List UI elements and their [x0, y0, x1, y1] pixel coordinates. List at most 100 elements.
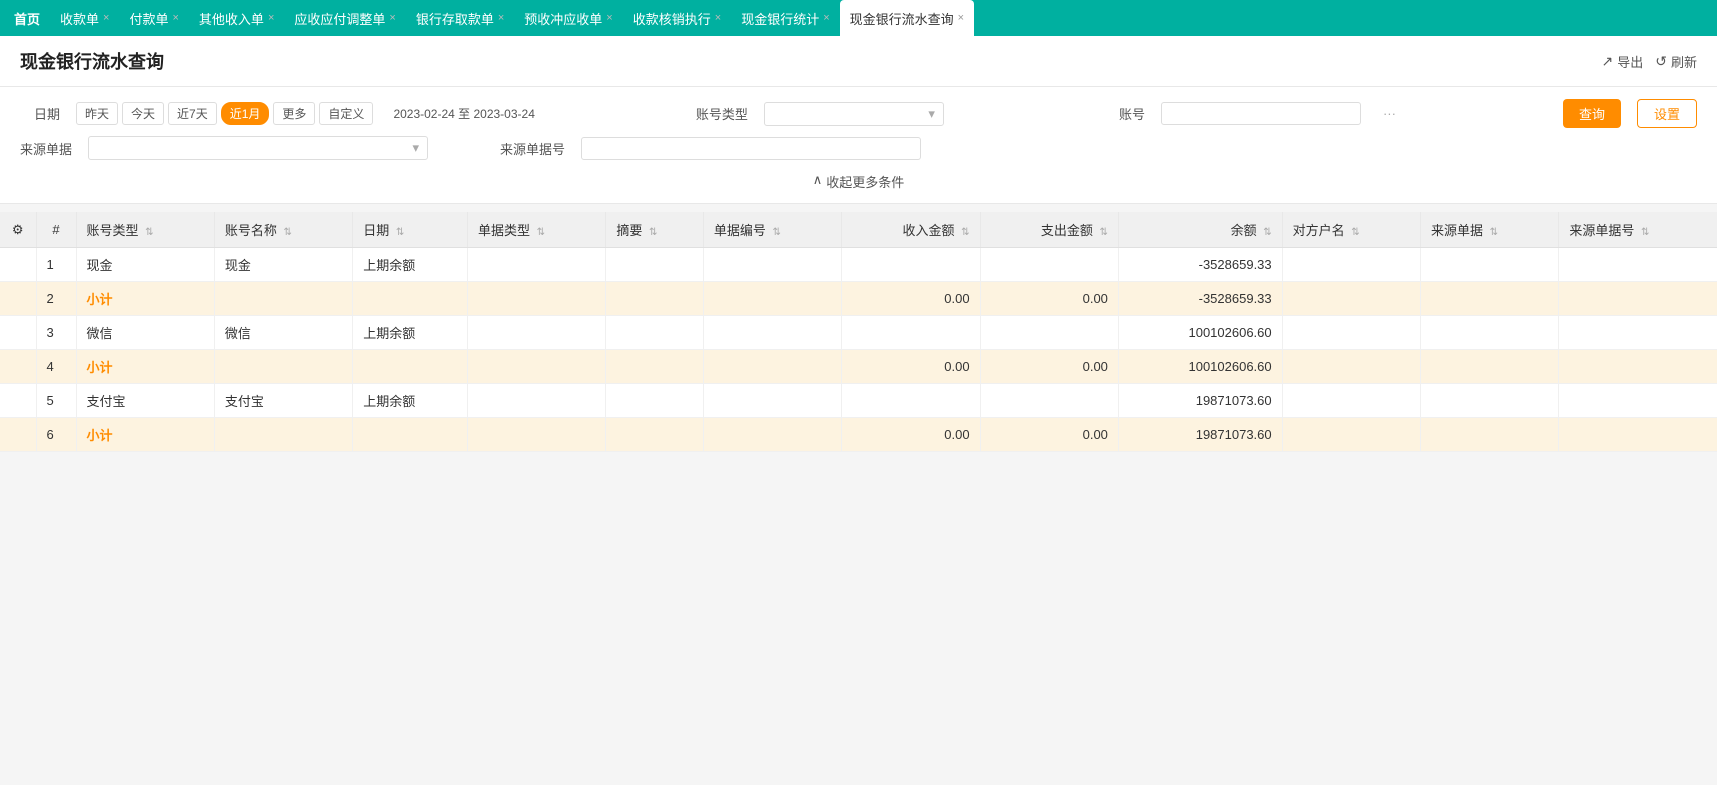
td-income: 0.00 [842, 282, 980, 316]
td-source-voucher [1421, 282, 1559, 316]
date-btn-more[interactable]: 更多 [273, 102, 315, 125]
table-row: 6小计0.000.0019871073.60 [0, 418, 1717, 452]
td-account-type: 小计 [76, 350, 214, 384]
refresh-button[interactable]: ↺ 刷新 [1655, 52, 1697, 71]
td-config [0, 418, 36, 452]
td-voucher-type [467, 350, 605, 384]
td-voucher-type [467, 282, 605, 316]
th-expense[interactable]: 支出金额 ⇅ [980, 212, 1118, 248]
td-voucher-type [467, 316, 605, 350]
filter-area: 日期 昨天 今天 近7天 近1月 更多 自定义 2023-02-24 至 202… [0, 87, 1717, 204]
th-summary[interactable]: 摘要 ⇅ [606, 212, 704, 248]
nav-tab-4-close[interactable]: × [389, 12, 395, 24]
nav-tab-1-close[interactable]: × [103, 12, 109, 24]
nav-tab-6[interactable]: 预收冲应收单 × [514, 0, 622, 36]
td-counterparty [1282, 282, 1420, 316]
table-row: 3微信微信上期余额100102606.60 [0, 316, 1717, 350]
nav-tab-1[interactable]: 收款单 × [50, 0, 119, 36]
nav-tab-5-close[interactable]: × [498, 12, 504, 24]
th-source-voucher[interactable]: 来源单据 ⇅ [1421, 212, 1559, 248]
column-config-button[interactable]: ⚙ [0, 212, 36, 248]
date-btn-custom[interactable]: 自定义 [319, 102, 373, 125]
th-income[interactable]: 收入金额 ⇅ [842, 212, 980, 248]
nav-tab-3[interactable]: 其他收入单 × [189, 0, 284, 36]
th-expense-label: 支出金额 [1041, 223, 1093, 238]
source-voucher-no-input[interactable] [581, 137, 921, 160]
td-account-type: 小计 [76, 418, 214, 452]
nav-tab-home-label: 首页 [14, 9, 40, 28]
query-button[interactable]: 查询 [1563, 99, 1621, 128]
export-label: 导出 [1617, 52, 1643, 71]
sort-icon-voucher-type: ⇅ [537, 227, 545, 238]
td-account-name [214, 282, 352, 316]
nav-tab-5-label: 银行存取款单 [416, 9, 494, 28]
nav-tab-6-close[interactable]: × [606, 12, 612, 24]
td-account-type: 小计 [76, 282, 214, 316]
nav-tab-8-close[interactable]: × [823, 12, 829, 24]
td-summary [606, 282, 704, 316]
sort-icon-source-voucher-no: ⇅ [1641, 227, 1649, 238]
td-summary [606, 350, 704, 384]
nav-tab-2-close[interactable]: × [172, 12, 178, 24]
nav-tab-9-close[interactable]: × [958, 12, 964, 24]
td-summary [606, 316, 704, 350]
nav-tab-home[interactable]: 首页 [4, 0, 50, 36]
account-input[interactable] [1161, 102, 1361, 125]
td-source-voucher [1421, 350, 1559, 384]
th-voucher-type[interactable]: 单据类型 ⇅ [467, 212, 605, 248]
nav-tab-8[interactable]: 现金银行统计 × [731, 0, 839, 36]
nav-tab-7[interactable]: 收款核销执行 × [623, 0, 731, 36]
collapse-icon: ∧ [813, 172, 823, 191]
date-btn-today[interactable]: 今天 [122, 102, 164, 125]
sort-icon-balance: ⇅ [1263, 227, 1271, 238]
th-balance[interactable]: 余额 ⇅ [1118, 212, 1282, 248]
account-more-icon[interactable]: ··· [1377, 103, 1402, 124]
td-rownum: 2 [36, 282, 76, 316]
th-voucher-type-label: 单据类型 [478, 223, 530, 238]
filter-row-1: 日期 昨天 今天 近7天 近1月 更多 自定义 2023-02-24 至 202… [20, 99, 1697, 128]
nav-tab-2-label: 付款单 [129, 9, 168, 28]
th-date[interactable]: 日期 ⇅ [353, 212, 468, 248]
th-account-name[interactable]: 账号名称 ⇅ [214, 212, 352, 248]
td-config [0, 316, 36, 350]
collapse-filter-button[interactable]: ∧ 收起更多条件 [20, 168, 1697, 195]
td-source-voucher-no [1559, 282, 1717, 316]
td-voucher-no [703, 282, 841, 316]
nav-tab-5[interactable]: 银行存取款单 × [406, 0, 514, 36]
date-btn-7days[interactable]: 近7天 [168, 102, 217, 125]
th-account-type[interactable]: 账号类型 ⇅ [76, 212, 214, 248]
th-voucher-no[interactable]: 单据编号 ⇅ [703, 212, 841, 248]
td-voucher-no [703, 316, 841, 350]
nav-tab-7-label: 收款核销执行 [633, 9, 711, 28]
nav-tab-9[interactable]: 现金银行流水查询 × [840, 0, 974, 36]
td-voucher-no [703, 418, 841, 452]
th-rownum: # [36, 212, 76, 248]
th-counterparty[interactable]: 对方户名 ⇅ [1282, 212, 1420, 248]
td-account-type: 支付宝 [76, 384, 214, 418]
td-voucher-no [703, 384, 841, 418]
table-row: 1现金现金上期余额-3528659.33 [0, 248, 1717, 282]
source-voucher-select[interactable]: ▾ [88, 136, 428, 160]
td-voucher-type [467, 384, 605, 418]
top-navigation: 首页 收款单 × 付款单 × 其他收入单 × 应收应付调整单 × 银行存取款单 … [0, 0, 1717, 36]
nav-tab-3-close[interactable]: × [268, 12, 274, 24]
account-type-select[interactable]: ▾ [764, 102, 944, 126]
td-income: 0.00 [842, 418, 980, 452]
th-balance-label: 余额 [1231, 223, 1257, 238]
td-rownum: 4 [36, 350, 76, 384]
date-btn-1month[interactable]: 近1月 [221, 102, 270, 125]
nav-tab-7-close[interactable]: × [715, 12, 721, 24]
nav-tab-4-label: 应收应付调整单 [294, 9, 385, 28]
nav-tab-2[interactable]: 付款单 × [119, 0, 188, 36]
nav-tab-4[interactable]: 应收应付调整单 × [284, 0, 405, 36]
sort-icon-account-name: ⇅ [284, 227, 292, 238]
sort-icon-summary: ⇅ [649, 227, 657, 238]
date-label: 日期 [20, 104, 60, 123]
nav-tab-1-label: 收款单 [60, 9, 99, 28]
date-btn-yesterday[interactable]: 昨天 [76, 102, 118, 125]
settings-button[interactable]: 设置 [1637, 99, 1697, 128]
export-button[interactable]: ↗ 导出 [1602, 52, 1644, 71]
data-table: ⚙ # 账号类型 ⇅ 账号名称 ⇅ 日期 ⇅ 单据类型 ⇅ [0, 212, 1717, 452]
td-balance: -3528659.33 [1118, 248, 1282, 282]
th-source-voucher-no[interactable]: 来源单据号 ⇅ [1559, 212, 1717, 248]
